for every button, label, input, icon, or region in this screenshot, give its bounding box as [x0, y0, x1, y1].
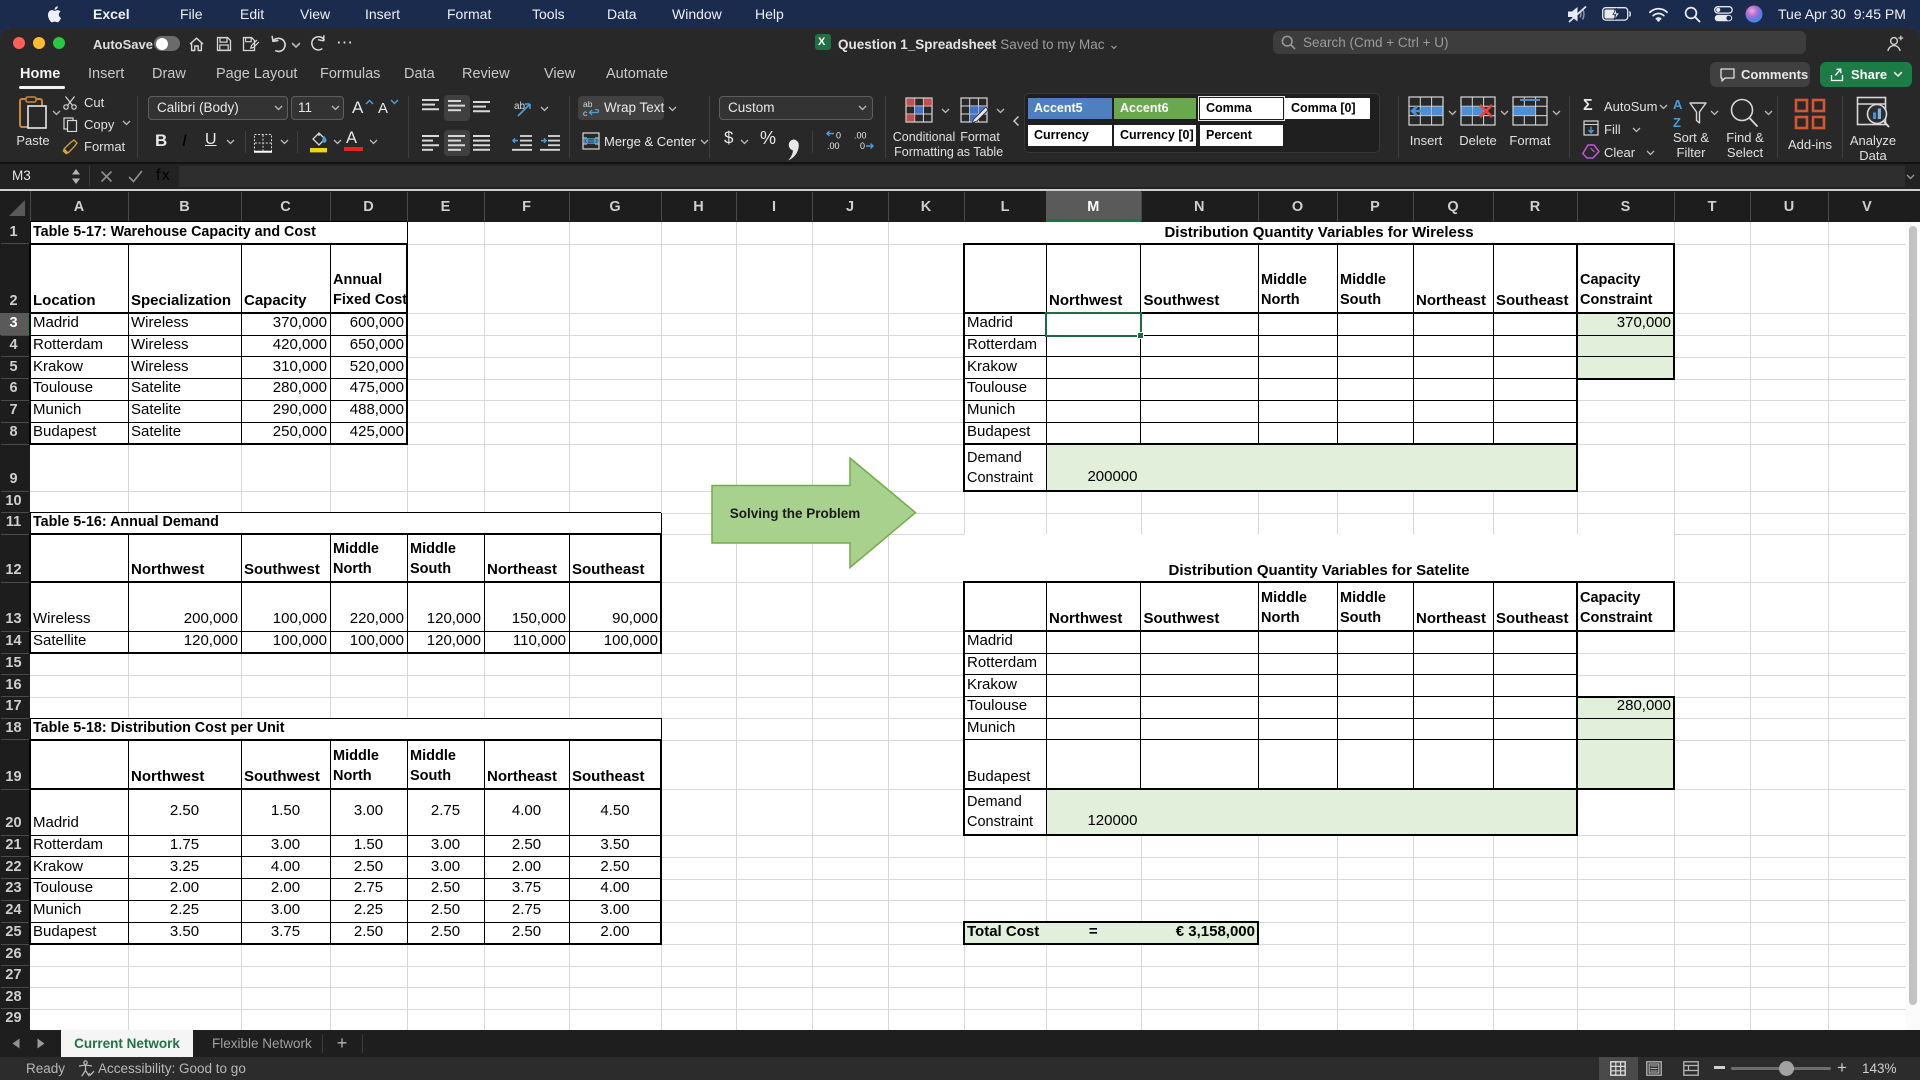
svg-text:0: 0	[836, 131, 841, 141]
svg-text:c: c	[583, 108, 588, 117]
svg-text:A: A	[1673, 97, 1683, 112]
svg-text:Solving the Problem: Solving the Problem	[730, 506, 861, 521]
svg-text:Z: Z	[1673, 115, 1681, 130]
svg-text:0: 0	[860, 141, 865, 151]
svg-text:.00: .00	[854, 131, 867, 141]
svg-text:.00: .00	[827, 141, 840, 151]
